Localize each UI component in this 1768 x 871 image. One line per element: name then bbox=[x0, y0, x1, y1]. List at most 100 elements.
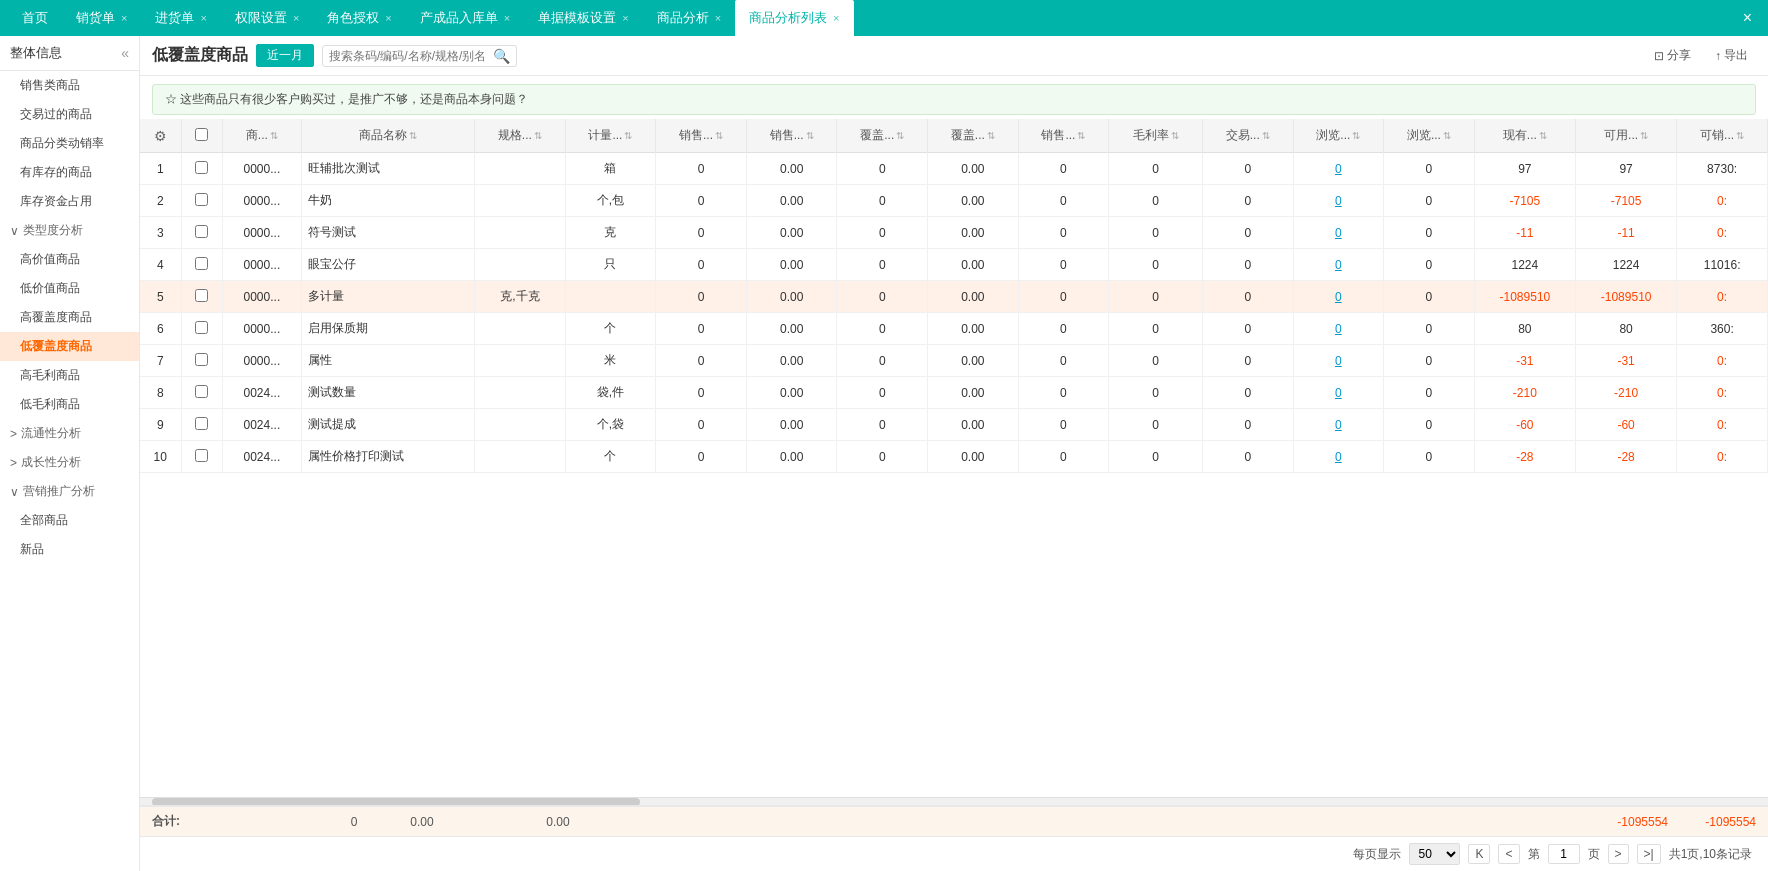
col-sales-sub[interactable]: 销售...⇅ bbox=[1018, 119, 1109, 153]
export-button[interactable]: ↑ 导出 bbox=[1707, 44, 1756, 67]
cell-browse1[interactable]: 0 bbox=[1293, 409, 1384, 441]
nav-close-analysis[interactable]: × bbox=[715, 0, 721, 36]
nav-item-sales[interactable]: 销货单 × bbox=[62, 0, 141, 36]
share-button[interactable]: ⊡ 分享 bbox=[1646, 44, 1699, 67]
col-name[interactable]: 商品名称⇅ bbox=[301, 119, 474, 153]
sidebar-item-all-goods[interactable]: 全部商品 bbox=[0, 506, 139, 535]
cell-checkbox[interactable] bbox=[181, 313, 222, 345]
row-checkbox[interactable] bbox=[195, 385, 208, 398]
sidebar-section-label-13: 成长性分析 bbox=[21, 454, 81, 471]
search-input[interactable] bbox=[329, 49, 489, 63]
nav-close-purchase[interactable]: × bbox=[200, 0, 206, 36]
col-current[interactable]: 现有...⇅ bbox=[1474, 119, 1575, 153]
search-icon[interactable]: 🔍 bbox=[493, 48, 510, 64]
nav-close-template[interactable]: × bbox=[622, 0, 628, 36]
next-page-btn[interactable]: > bbox=[1608, 844, 1629, 864]
row-checkbox[interactable] bbox=[195, 417, 208, 430]
col-cover1[interactable]: 覆盖...⇅ bbox=[837, 119, 928, 153]
first-page-btn[interactable]: K bbox=[1468, 844, 1490, 864]
cell-browse1[interactable]: 0 bbox=[1293, 281, 1384, 313]
cell-browse1[interactable]: 0 bbox=[1293, 441, 1384, 473]
select-all-checkbox[interactable] bbox=[195, 128, 208, 141]
col-sellable[interactable]: 可销...⇅ bbox=[1677, 119, 1768, 153]
col-code[interactable]: 商...⇅ bbox=[222, 119, 301, 153]
col-browse2[interactable]: 浏览...⇅ bbox=[1384, 119, 1475, 153]
cell-current: 80 bbox=[1474, 313, 1575, 345]
horizontal-scrollbar[interactable] bbox=[140, 797, 1768, 805]
window-close-btn[interactable]: × bbox=[1735, 9, 1760, 27]
sidebar-item-low-value[interactable]: 低价值商品 bbox=[0, 274, 139, 303]
col-sales-qty[interactable]: 销售...⇅ bbox=[656, 119, 747, 153]
nav-item-template[interactable]: 单据模板设置 × bbox=[524, 0, 642, 36]
nav-close-roles[interactable]: × bbox=[385, 0, 391, 36]
cell-checkbox[interactable] bbox=[181, 345, 222, 377]
col-unit[interactable]: 计量...⇅ bbox=[565, 119, 656, 153]
nav-close-products[interactable]: × bbox=[504, 0, 510, 36]
cell-browse1[interactable]: 0 bbox=[1293, 153, 1384, 185]
cell-checkbox[interactable] bbox=[181, 153, 222, 185]
row-checkbox[interactable] bbox=[195, 289, 208, 302]
row-checkbox[interactable] bbox=[195, 449, 208, 462]
cell-checkbox[interactable] bbox=[181, 217, 222, 249]
cell-browse1[interactable]: 0 bbox=[1293, 185, 1384, 217]
cell-checkbox[interactable] bbox=[181, 409, 222, 441]
sidebar-section-marketing[interactable]: ∨ 营销推广分析 bbox=[0, 477, 139, 506]
cell-browse1[interactable]: 0 bbox=[1293, 313, 1384, 345]
cell-browse1[interactable]: 0 bbox=[1293, 345, 1384, 377]
cell-browse1[interactable]: 0 bbox=[1293, 217, 1384, 249]
sidebar-item-traded[interactable]: 交易过的商品 bbox=[0, 100, 139, 129]
settings-icon[interactable]: ⚙ bbox=[154, 128, 167, 144]
col-gross-rate[interactable]: 毛利率⇅ bbox=[1109, 119, 1203, 153]
row-checkbox[interactable] bbox=[195, 353, 208, 366]
sidebar-item-low-gross[interactable]: 低毛利商品 bbox=[0, 390, 139, 419]
nav-item-analysis[interactable]: 商品分析 × bbox=[643, 0, 735, 36]
sidebar-item-low-coverage[interactable]: 低覆盖度商品 bbox=[0, 332, 139, 361]
col-browse1[interactable]: 浏览...⇅ bbox=[1293, 119, 1384, 153]
sidebar-item-new-goods[interactable]: 新品 bbox=[0, 535, 139, 564]
col-trade[interactable]: 交易...⇅ bbox=[1202, 119, 1293, 153]
sidebar-item-high-value[interactable]: 高价值商品 bbox=[0, 245, 139, 274]
prev-page-btn[interactable]: < bbox=[1498, 844, 1519, 864]
row-checkbox[interactable] bbox=[195, 225, 208, 238]
cell-checkbox[interactable] bbox=[181, 441, 222, 473]
sidebar-item-capital[interactable]: 库存资金占用 bbox=[0, 187, 139, 216]
sidebar-collapse-btn[interactable]: « bbox=[121, 45, 129, 61]
nav-item-roles[interactable]: 角色授权 × bbox=[313, 0, 405, 36]
col-settings[interactable]: ⚙ bbox=[140, 119, 181, 153]
cell-browse1[interactable]: 0 bbox=[1293, 377, 1384, 409]
nav-item-analysis-list[interactable]: 商品分析列表 × bbox=[735, 0, 853, 36]
nav-close-sales[interactable]: × bbox=[121, 0, 127, 36]
cell-checkbox[interactable] bbox=[181, 281, 222, 313]
col-sales-amt[interactable]: 销售...⇅ bbox=[746, 119, 837, 153]
nav-item-products[interactable]: 产成品入库单 × bbox=[406, 0, 524, 36]
sidebar-item-sales-goods[interactable]: 销售类商品 bbox=[0, 71, 139, 100]
cell-checkbox[interactable] bbox=[181, 377, 222, 409]
nav-item-home[interactable]: 首页 bbox=[8, 0, 62, 36]
sidebar-section-type-analysis[interactable]: ∨ 类型度分析 bbox=[0, 216, 139, 245]
nav-item-purchase[interactable]: 进货单 × bbox=[141, 0, 220, 36]
cell-name: 眼宝公仔 bbox=[301, 249, 474, 281]
nav-close-permissions[interactable]: × bbox=[293, 0, 299, 36]
sidebar-item-in-stock[interactable]: 有库存的商品 bbox=[0, 158, 139, 187]
col-available[interactable]: 可用...⇅ bbox=[1576, 119, 1677, 153]
page-size-select[interactable]: 50 20 100 bbox=[1409, 843, 1460, 865]
row-checkbox[interactable] bbox=[195, 161, 208, 174]
row-checkbox[interactable] bbox=[195, 257, 208, 270]
nav-item-permissions[interactable]: 权限设置 × bbox=[221, 0, 313, 36]
time-filter-recent-month[interactable]: 近一月 bbox=[256, 44, 314, 67]
last-page-btn[interactable]: >| bbox=[1637, 844, 1661, 864]
cell-checkbox[interactable] bbox=[181, 185, 222, 217]
sidebar-item-high-gross[interactable]: 高毛利商品 bbox=[0, 361, 139, 390]
cell-browse1[interactable]: 0 bbox=[1293, 249, 1384, 281]
sidebar-item-high-coverage[interactable]: 高覆盖度商品 bbox=[0, 303, 139, 332]
cell-checkbox[interactable] bbox=[181, 249, 222, 281]
col-cover2[interactable]: 覆盖...⇅ bbox=[928, 119, 1019, 153]
current-page-input[interactable] bbox=[1548, 844, 1580, 864]
sidebar-section-growth[interactable]: > 成长性分析 bbox=[0, 448, 139, 477]
col-spec[interactable]: 规格...⇅ bbox=[475, 119, 566, 153]
sidebar-item-category-rate[interactable]: 商品分类动销率 bbox=[0, 129, 139, 158]
nav-close-analysis-list[interactable]: × bbox=[833, 0, 839, 36]
row-checkbox[interactable] bbox=[195, 193, 208, 206]
row-checkbox[interactable] bbox=[195, 321, 208, 334]
sidebar-section-circulation[interactable]: > 流通性分析 bbox=[0, 419, 139, 448]
